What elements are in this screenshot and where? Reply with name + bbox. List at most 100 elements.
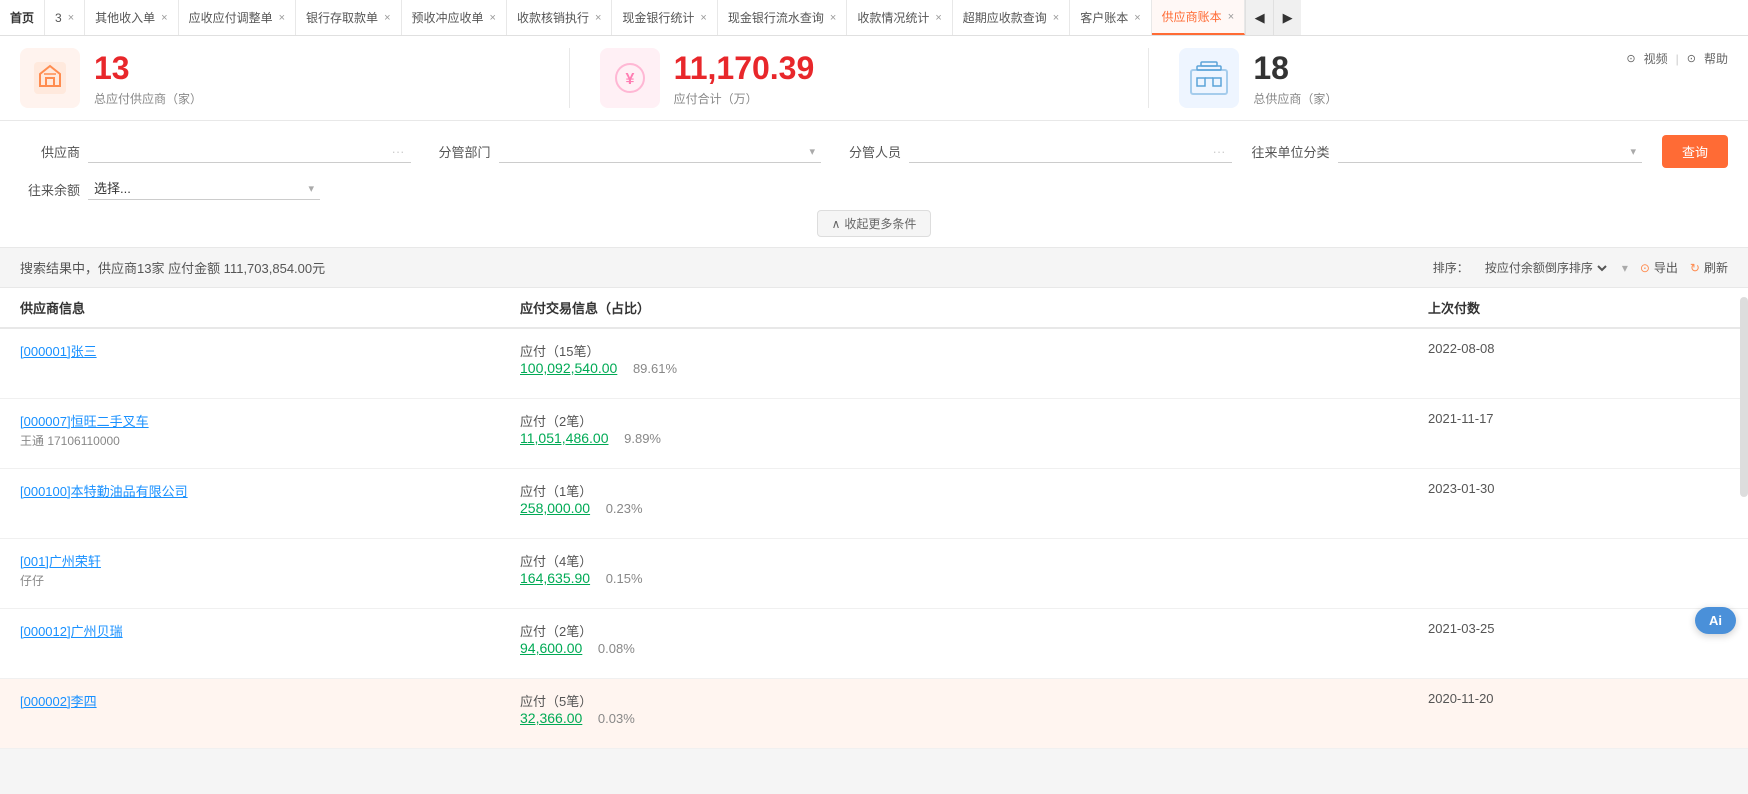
supplier-input-wrap[interactable]: ··· bbox=[88, 141, 411, 163]
close-cash-flow-icon[interactable]: × bbox=[830, 12, 836, 24]
stat-icon-amount: ¥ bbox=[600, 48, 660, 108]
nav-tab-receipt-stat[interactable]: 收款情况统计 × bbox=[847, 0, 952, 35]
nav-tab-3[interactable]: 3 × bbox=[45, 0, 85, 35]
last-payment-2: 2021-11-17 bbox=[1428, 411, 1728, 426]
col-header-last-payment: 上次付数 bbox=[1428, 298, 1728, 317]
person-input-wrap[interactable]: ··· bbox=[909, 141, 1232, 163]
supplier-link-4[interactable]: [001]广州荣轩 bbox=[20, 551, 520, 570]
ar-ap-adjust-label: 应收应付调整单 bbox=[189, 9, 273, 26]
supplier-info-4: [001]广州荣轩 仔仔 bbox=[20, 551, 520, 589]
scroll-indicator[interactable] bbox=[1740, 297, 1748, 497]
nav-prev-arrow[interactable]: ◀ bbox=[1245, 0, 1273, 36]
trans-percent-1: 89.61% bbox=[633, 361, 677, 376]
trans-amount-6[interactable]: 32,366.00 bbox=[520, 710, 582, 726]
unit-select-wrap[interactable]: ▾ bbox=[1338, 141, 1642, 163]
unit-field: 往来单位分类 ▾ bbox=[1252, 141, 1643, 163]
trans-amount-3[interactable]: 258,000.00 bbox=[520, 500, 590, 516]
supplier-link-1[interactable]: [000001]张三 bbox=[20, 341, 520, 360]
trans-percent-5: 0.08% bbox=[598, 641, 635, 656]
person-dots-icon[interactable]: ··· bbox=[1213, 144, 1226, 159]
trans-label-3: 应付（1笔） bbox=[520, 481, 1428, 500]
dept-select-wrap[interactable]: ▾ bbox=[499, 141, 822, 163]
transaction-info-3: 应付（1笔） 258,000.00 0.23% bbox=[520, 481, 1428, 516]
nav-tab-bank-deposit[interactable]: 银行存取款单 × bbox=[296, 0, 401, 35]
supplier-info-1: [000001]张三 bbox=[20, 341, 520, 360]
supplier-input[interactable] bbox=[94, 144, 392, 159]
table-container: 供应商信息 应付交易信息（占比） 上次付数 [000001]张三 应付（15笔）… bbox=[0, 288, 1748, 749]
trans-amount-2[interactable]: 11,051,486.00 bbox=[520, 430, 609, 446]
supplier-link-3[interactable]: [000100]本特勤油品有限公司 bbox=[20, 481, 520, 500]
person-input[interactable] bbox=[915, 144, 1213, 159]
results-actions: 排序： 按应付余额倒序排序 ▾ ⊙ 导出 ↻ 刷新 bbox=[1433, 259, 1728, 276]
close-overdue-ar-icon[interactable]: × bbox=[1053, 12, 1059, 24]
supplier-info-5: [000012]广州贝瑞 bbox=[20, 621, 520, 640]
export-label: 导出 bbox=[1654, 259, 1678, 276]
overdue-ar-label: 超期应收款查询 bbox=[963, 9, 1047, 26]
close-other-income-icon[interactable]: × bbox=[161, 12, 167, 24]
refresh-label: 刷新 bbox=[1704, 259, 1728, 276]
stat-number-suppliers: 13 bbox=[94, 49, 202, 87]
sort-select[interactable]: 按应付余额倒序排序 bbox=[1481, 260, 1610, 276]
supplier-link-6[interactable]: [000002]李四 bbox=[20, 691, 520, 710]
balance-select[interactable]: 选择... bbox=[94, 181, 308, 196]
close-supplier-book-icon[interactable]: × bbox=[1228, 11, 1234, 23]
close-cash-stat-icon[interactable]: × bbox=[700, 12, 706, 24]
refresh-button[interactable]: ↻ 刷新 bbox=[1690, 259, 1728, 276]
supplier-info-2: [000007]恒旺二手叉车 王通 17106110000 bbox=[20, 411, 520, 449]
trans-amount-1[interactable]: 100,092,540.00 bbox=[520, 360, 617, 376]
other-income-label: 其他收入单 bbox=[95, 9, 155, 26]
nav-tab-customer-book[interactable]: 客户账本 × bbox=[1070, 0, 1151, 35]
export-button[interactable]: ⊙ 导出 bbox=[1640, 259, 1678, 276]
close-customer-book-icon[interactable]: × bbox=[1134, 12, 1140, 24]
close-ar-ap-adjust-icon[interactable]: × bbox=[279, 12, 285, 24]
help-link[interactable]: 帮助 bbox=[1704, 50, 1728, 67]
col-header-supplier: 供应商信息 bbox=[20, 298, 520, 317]
dept-select[interactable] bbox=[505, 144, 810, 159]
balance-chevron-icon: ▾ bbox=[308, 182, 314, 195]
nav-tab-other-income[interactable]: 其他收入单 × bbox=[85, 0, 178, 35]
nav-tab-payment-verify[interactable]: 收款核销执行 × bbox=[507, 0, 612, 35]
nav-tab-home[interactable]: 首页 bbox=[0, 0, 45, 35]
close-bank-deposit-icon[interactable]: × bbox=[384, 12, 390, 24]
export-icon: ⊙ bbox=[1640, 261, 1650, 275]
trans-amount-4[interactable]: 164,635.90 bbox=[520, 570, 590, 586]
nav-tab-overdue-ar[interactable]: 超期应收款查询 × bbox=[953, 0, 1070, 35]
collapse-label: 收起更多条件 bbox=[844, 215, 916, 232]
video-link[interactable]: 视频 bbox=[1644, 50, 1668, 67]
search-row-2: 往来余额 选择... ▾ bbox=[20, 178, 1728, 200]
transaction-info-2: 应付（2笔） 11,051,486.00 9.89% bbox=[520, 411, 1428, 446]
close-prepay-offset-icon[interactable]: × bbox=[490, 12, 496, 24]
balance-select-wrap[interactable]: 选择... ▾ bbox=[88, 178, 320, 200]
close-receipt-stat-icon[interactable]: × bbox=[935, 12, 941, 24]
trans-amount-5[interactable]: 94,600.00 bbox=[520, 640, 582, 656]
stat-text-suppliers: 13 总应付供应商（家） bbox=[94, 49, 202, 106]
trans-percent-4: 0.15% bbox=[606, 571, 643, 586]
ai-badge[interactable]: Ai bbox=[1695, 607, 1736, 634]
supplier-dots-icon[interactable]: ··· bbox=[392, 144, 405, 159]
close-payment-verify-icon[interactable]: × bbox=[595, 12, 601, 24]
nav-tab-cash-stat[interactable]: 现金银行统计 × bbox=[612, 0, 717, 35]
nav-tab-prepay-offset[interactable]: 预收冲应收单 × bbox=[402, 0, 507, 35]
collapse-button[interactable]: ∧ 收起更多条件 bbox=[817, 210, 932, 237]
cash-flow-label: 现金银行流水查询 bbox=[728, 9, 824, 26]
last-payment-5: 2021-03-25 bbox=[1428, 621, 1728, 636]
prepay-offset-label: 预收冲应收单 bbox=[412, 9, 484, 26]
search-button[interactable]: 查询 bbox=[1662, 135, 1728, 168]
person-field: 分管人员 ··· bbox=[841, 141, 1232, 163]
sort-label: 排序： bbox=[1433, 259, 1469, 276]
nav-tab-supplier-book[interactable]: 供应商账本 × bbox=[1152, 0, 1245, 35]
stat-icon-total bbox=[1179, 48, 1239, 108]
table-row: [000007]恒旺二手叉车 王通 17106110000 应付（2笔） 11,… bbox=[0, 399, 1748, 469]
dept-field: 分管部门 ▾ bbox=[431, 141, 822, 163]
close-tab3-icon[interactable]: × bbox=[68, 12, 74, 24]
transaction-info-4: 应付（4笔） 164,635.90 0.15% bbox=[520, 551, 1428, 586]
header-right-links: ⊙ 视频 | ⊙ 帮助 bbox=[1626, 50, 1728, 67]
supplier-link-5[interactable]: [000012]广州贝瑞 bbox=[20, 621, 520, 640]
nav-tab-cash-flow[interactable]: 现金银行流水查询 × bbox=[718, 0, 847, 35]
trans-label-1: 应付（15笔） bbox=[520, 341, 1428, 360]
supplier-link-2[interactable]: [000007]恒旺二手叉车 bbox=[20, 411, 520, 430]
nav-next-arrow[interactable]: ▶ bbox=[1273, 0, 1301, 36]
nav-tab-ar-ap-adjust[interactable]: 应收应付调整单 × bbox=[179, 0, 296, 35]
svg-text:¥: ¥ bbox=[625, 71, 634, 88]
unit-select[interactable] bbox=[1344, 144, 1631, 159]
